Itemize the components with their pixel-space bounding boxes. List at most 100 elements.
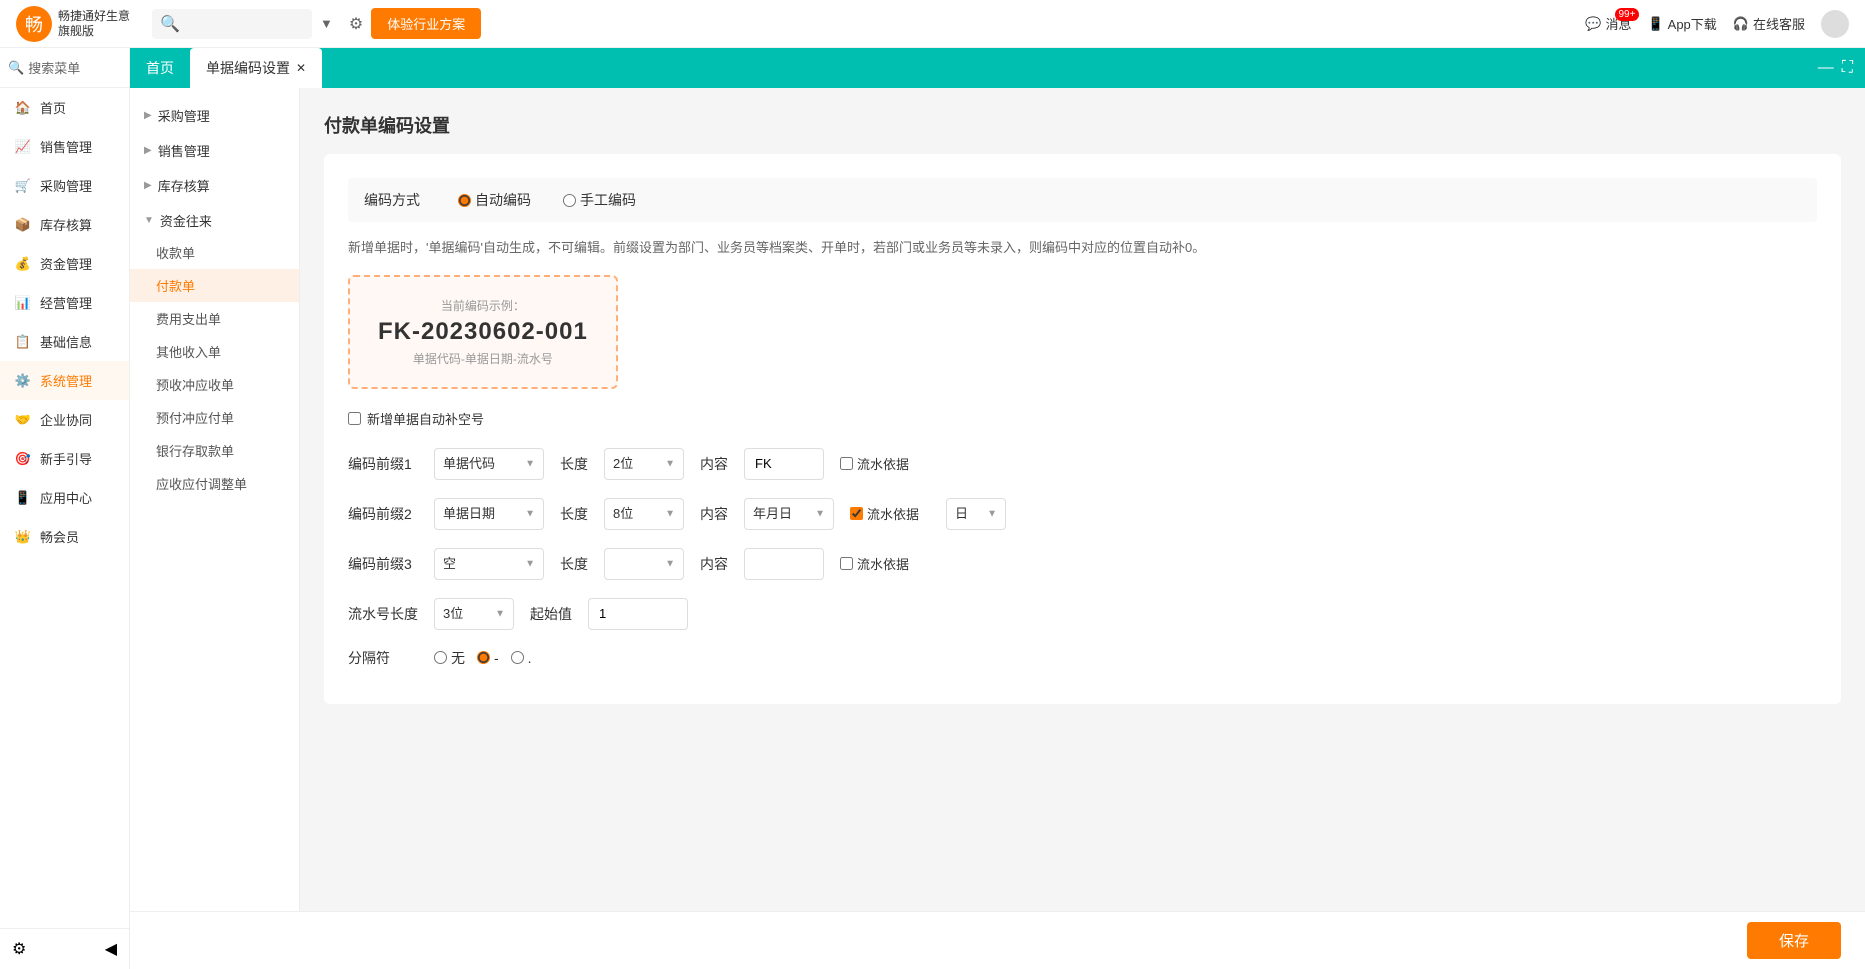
trial-btn[interactable]: 体验行业方案 <box>371 8 481 39</box>
prefix3-waterfall-checkbox[interactable] <box>840 557 853 570</box>
start-value-input[interactable] <box>588 598 688 630</box>
sidebar-item-basic[interactable]: 📋 基础信息 <box>0 322 129 361</box>
prefix3-content-label: 内容 <box>700 554 728 574</box>
message-btn[interactable]: 💬 消息 99+ <box>1585 14 1631 33</box>
tab-close-icon[interactable]: ✕ <box>296 61 306 75</box>
sub-item-payment[interactable]: 付款单 <box>130 269 299 302</box>
app-download-btn[interactable]: 📱 App下载 <box>1647 14 1716 33</box>
tab-maximize-icon[interactable]: ⛶ <box>1842 59 1853 77</box>
sidebar-item-inventory[interactable]: 📦 库存核算 <box>0 205 129 244</box>
prefix1-row: 编码前缀1 单据代码 单据日期 空 ▼ 长度 2位 <box>348 448 1817 480</box>
sub-item-ar-ap[interactable]: 应收应付调整单 <box>130 467 299 500</box>
prefix1-select-input[interactable]: 单据代码 单据日期 空 <box>443 456 535 471</box>
prefix1-waterfall-label[interactable]: 流水依据 <box>840 454 920 473</box>
prefix2-select[interactable]: 单据日期 单据代码 空 ▼ <box>434 498 544 530</box>
prefix1-content-input[interactable] <box>744 448 824 480</box>
sub-group-sales-title[interactable]: ▶ 销售管理 <box>130 135 299 166</box>
prefix2-content-select[interactable]: 年月日 年月 年 ▼ <box>744 498 834 530</box>
sidebar-item-sales[interactable]: 📈 销售管理 <box>0 127 129 166</box>
prefix3-select[interactable]: 空 单据代码 单据日期 ▼ <box>434 548 544 580</box>
tab-home[interactable]: 首页 <box>130 48 190 88</box>
prefix1-length-select-input[interactable]: 2位 4位 6位 <box>613 456 675 471</box>
tab-serial[interactable]: 单据编码设置 ✕ <box>190 48 322 88</box>
service-icon: 🎧 <box>1733 16 1749 32</box>
tab-minimize-icon[interactable]: — <box>1818 59 1834 77</box>
prefix2-waterfall-unit-select[interactable]: 日 月 年 ▼ <box>946 498 1006 530</box>
logo-text: 畅捷通好生意 旗舰版 <box>58 9 130 38</box>
prefix3-waterfall-label[interactable]: 流水依据 <box>840 554 920 573</box>
manual-code-option[interactable]: 手工编码 <box>563 190 636 210</box>
prefix3-select-input[interactable]: 空 单据代码 单据日期 <box>443 556 535 571</box>
arrow-icon: ▶ <box>144 180 152 191</box>
prefix2-waterfall-label[interactable]: 流水依据 <box>850 504 930 523</box>
sub-item-receipt[interactable]: 收款单 <box>130 236 299 269</box>
sidebar-item-vip[interactable]: 👑 畅会员 <box>0 517 129 556</box>
serial-length-select[interactable]: 3位 4位 5位 ▼ <box>434 598 514 630</box>
collapse-icon[interactable]: ◀ <box>105 939 117 959</box>
prefix1-select[interactable]: 单据代码 单据日期 空 ▼ <box>434 448 544 480</box>
sub-item-prepay-pay[interactable]: 预付冲应付单 <box>130 401 299 434</box>
sub-group-purchase-title[interactable]: ▶ 采购管理 <box>130 100 299 131</box>
topbar: 畅 畅捷通好生意 旗舰版 🔍 ▼ ⚙ 体验行业方案 💬 消息 99+ 📱 App… <box>0 0 1865 48</box>
sub-group-capital-title[interactable]: ▼ 资金往来 <box>130 205 299 236</box>
system-icon: ⚙️ <box>14 372 32 390</box>
sub-sidebar: ▶ 采购管理 ▶ 销售管理 ▶ 库存核算 <box>130 88 300 911</box>
arrow-icon: ▶ <box>144 145 152 156</box>
settings-icon[interactable]: ⚙ <box>12 939 26 959</box>
message-badge: 99+ <box>1615 8 1640 21</box>
sidebar-search[interactable]: 🔍 搜索菜单 <box>0 48 129 88</box>
prefix3-length-select[interactable]: ▼ <box>604 548 684 580</box>
encoding-method-label: 编码方式 <box>364 190 434 210</box>
sub-group-inventory-title[interactable]: ▶ 库存核算 <box>130 170 299 201</box>
online-service-btn[interactable]: 🎧 在线客服 <box>1733 14 1805 33</box>
sidebar-item-app-center[interactable]: 📱 应用中心 <box>0 478 129 517</box>
save-button[interactable]: 保存 <box>1747 922 1841 959</box>
prefix1-waterfall-checkbox[interactable] <box>840 457 853 470</box>
auto-fill-checkbox[interactable] <box>348 412 361 425</box>
sidebar-item-operations[interactable]: 📊 经营管理 <box>0 283 129 322</box>
finance-icon: 💰 <box>14 255 32 273</box>
prefix2-unit-select-input[interactable]: 日 月 年 <box>955 506 997 521</box>
prefix3-length-select-input[interactable] <box>613 556 675 571</box>
sub-item-expense[interactable]: 费用支出单 <box>130 302 299 335</box>
prefix3-content-input[interactable] <box>744 548 824 580</box>
manual-code-radio[interactable] <box>563 194 576 207</box>
sep-none-radio[interactable] <box>434 651 447 664</box>
sep-dash-option[interactable]: - <box>477 650 499 666</box>
sidebar-item-home[interactable]: 🏠 首页 <box>0 88 129 127</box>
search-icon-sidebar: 🔍 <box>8 60 24 76</box>
serial-length-label: 流水号长度 <box>348 604 418 624</box>
sep-dash-radio[interactable] <box>477 651 490 664</box>
code-preview-value: FK-20230602-001 <box>378 318 588 346</box>
sub-item-bank[interactable]: 银行存取款单 <box>130 434 299 467</box>
sidebar-item-finance[interactable]: 💰 资金管理 <box>0 244 129 283</box>
sep-dot-radio[interactable] <box>511 651 524 664</box>
prefix2-content-select-input[interactable]: 年月日 年月 年 <box>753 506 825 521</box>
sub-group-purchase: ▶ 采购管理 <box>130 100 299 131</box>
sub-item-prepay-recv[interactable]: 预收冲应收单 <box>130 368 299 401</box>
prefix2-length-select-input[interactable]: 8位 4位 6位 <box>613 506 675 521</box>
topbar-search[interactable]: 🔍 <box>152 9 312 39</box>
sep-none-option[interactable]: 无 <box>434 648 465 668</box>
logo-icon: 畅 <box>16 6 52 42</box>
gear-icon[interactable]: ⚙ <box>349 14 363 34</box>
user-avatar[interactable] <box>1821 10 1849 38</box>
sub-item-other-income[interactable]: 其他收入单 <box>130 335 299 368</box>
sidebar-item-enterprise[interactable]: 🤝 企业协同 <box>0 400 129 439</box>
code-preview-box: 当前编码示例： FK-20230602-001 单据代码-单据日期-流水号 <box>348 275 618 389</box>
auto-code-radio[interactable] <box>458 194 471 207</box>
sidebar-item-purchase[interactable]: 🛒 采购管理 <box>0 166 129 205</box>
encoding-method-row: 编码方式 自动编码 手工编码 <box>348 178 1817 222</box>
serial-length-select-input[interactable]: 3位 4位 5位 <box>443 606 505 621</box>
sidebar-item-guide[interactable]: 🎯 新手引导 <box>0 439 129 478</box>
prefix1-length-select[interactable]: 2位 4位 6位 ▼ <box>604 448 684 480</box>
sidebar-item-system[interactable]: ⚙️ 系统管理 <box>0 361 129 400</box>
prefix2-waterfall-checkbox[interactable] <box>850 507 863 520</box>
prefix2-select-input[interactable]: 单据日期 单据代码 空 <box>443 506 535 521</box>
sep-dot-option[interactable]: . <box>511 650 532 666</box>
topbar-dropdown[interactable]: ▼ <box>320 16 333 31</box>
prefix2-length-select[interactable]: 8位 4位 6位 ▼ <box>604 498 684 530</box>
prefix2-row: 编码前缀2 单据日期 单据代码 空 ▼ 长度 8位 <box>348 498 1817 530</box>
auto-code-option[interactable]: 自动编码 <box>458 190 531 210</box>
inventory-icon: 📦 <box>14 216 32 234</box>
